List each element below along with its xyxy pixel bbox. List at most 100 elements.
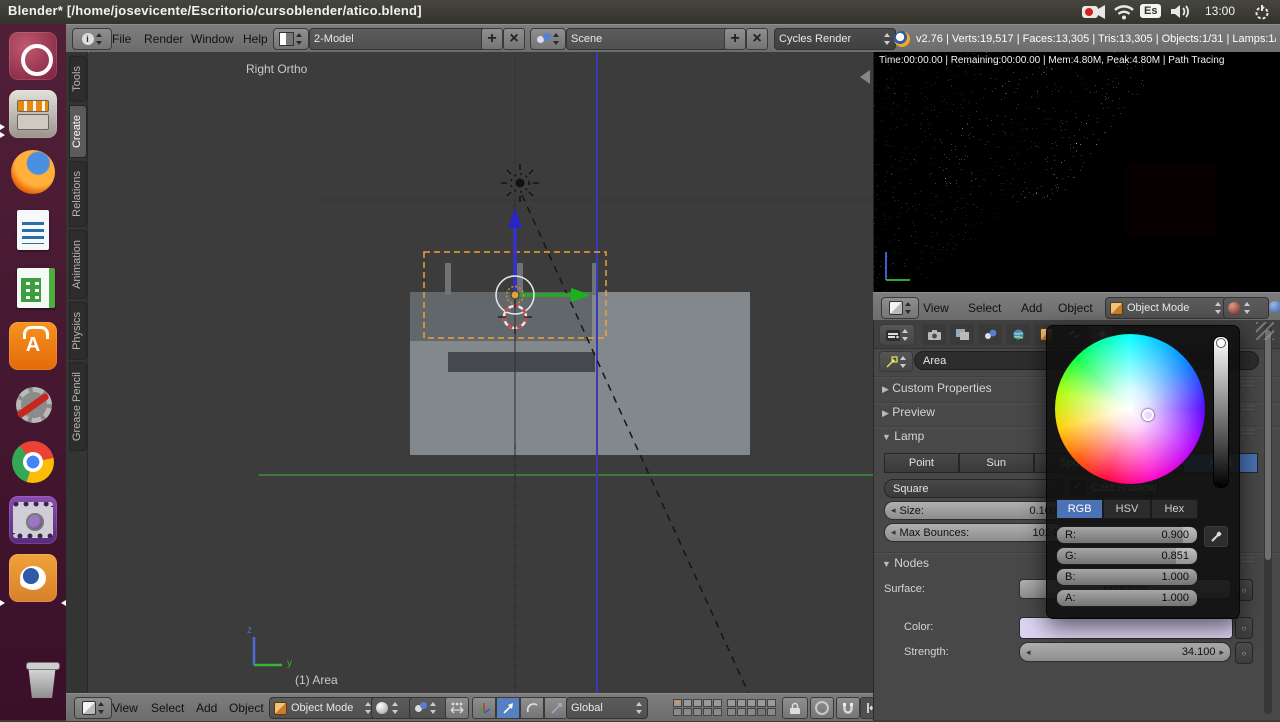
pivot-icon-partial[interactable] — [1269, 301, 1280, 313]
wifi-icon[interactable] — [1113, 3, 1135, 20]
manipulator-rotate-button[interactable] — [520, 697, 544, 719]
tab-render-icon[interactable] — [922, 324, 946, 345]
lamp-breadcrumb-button[interactable] — [879, 351, 913, 372]
viewport-shading-dropdown-2[interactable] — [1223, 297, 1269, 319]
manipulator-scale-button[interactable] — [544, 697, 568, 719]
layers-grid-2[interactable] — [727, 699, 776, 716]
lamp-shape-dropdown[interactable]: Square — [884, 479, 1064, 498]
color-socket-button[interactable]: ○ — [1235, 617, 1253, 639]
screen-layout-field[interactable]: 2-Model — [309, 28, 489, 50]
menu-view[interactable]: View — [112, 701, 138, 715]
launcher-app-icon[interactable] — [9, 554, 57, 602]
menu-object-2[interactable]: Object — [1058, 301, 1093, 315]
launcher-app-icon[interactable] — [9, 148, 57, 196]
color-wheel[interactable] — [1055, 334, 1205, 484]
launcher-app-icon[interactable] — [9, 496, 57, 544]
strength-slider[interactable]: ◂ 34.100 ▸ — [1019, 642, 1231, 662]
transform-orientation-dropdown[interactable]: Global — [566, 697, 648, 719]
pivot-align-toggle[interactable] — [445, 697, 469, 719]
editor-type-3dview-button-2[interactable] — [881, 297, 919, 319]
menu-render[interactable]: Render — [144, 32, 183, 46]
launcher-app-icon[interactable] — [9, 380, 57, 428]
lamp-max-bounces-slider[interactable]: ◂ Max Bounces: 1024 — [884, 523, 1064, 542]
slider-left-arrow[interactable]: ◂ — [1026, 647, 1031, 658]
panel-drag-dots[interactable]: :::: — [1242, 556, 1255, 564]
volume-icon[interactable] — [1170, 3, 1194, 20]
toolshelf-tab[interactable]: Tools — [69, 56, 87, 102]
screen-layout-icon-button[interactable] — [273, 28, 309, 50]
color-swatch[interactable] — [1019, 617, 1233, 639]
slider-left-arrow[interactable]: ◂ — [891, 527, 896, 538]
lock-to-scene-button[interactable] — [782, 697, 808, 719]
proportional-edit-button[interactable] — [810, 697, 834, 719]
toolshelf-tab[interactable]: Physics — [69, 301, 87, 360]
session-gear-icon[interactable] — [1253, 3, 1271, 21]
trash-icon[interactable] — [18, 656, 66, 704]
panel-preview[interactable]: ▶ Preview — [882, 405, 935, 419]
region-expand-arrow[interactable] — [860, 70, 870, 84]
snap-toggle-button[interactable] — [836, 697, 860, 719]
menu-window[interactable]: Window — [191, 32, 234, 46]
launcher-app-icon[interactable] — [9, 90, 57, 138]
launcher-app-icon[interactable] — [9, 438, 57, 486]
menu-help[interactable]: Help — [243, 32, 268, 46]
mode-dropdown-2[interactable]: Object Mode — [1105, 297, 1227, 319]
close-scene-button[interactable]: × — [746, 28, 768, 50]
editor-type-info-button[interactable]: i — [72, 28, 112, 50]
menu-add-2[interactable]: Add — [1021, 301, 1042, 315]
picker-value-slider[interactable]: G: 0.851 — [1056, 547, 1198, 565]
tab-render-layers-icon[interactable] — [950, 324, 974, 345]
screen-record-icon[interactable] — [1082, 4, 1106, 20]
menu-add[interactable]: Add — [196, 701, 217, 715]
wheel-cursor[interactable] — [1142, 409, 1154, 421]
viewport-3d[interactable]: z y Right Ortho (1) Area — [89, 52, 873, 693]
add-layout-button[interactable]: + — [481, 28, 503, 50]
toolshelf-tab[interactable]: Create — [69, 104, 87, 158]
manipulator-translate-button[interactable] — [496, 697, 520, 719]
properties-scrollbar[interactable] — [1264, 324, 1272, 714]
eyedropper-button[interactable] — [1204, 526, 1228, 547]
scene-icon-button[interactable] — [530, 28, 566, 50]
launcher-app-icon[interactable] — [9, 322, 57, 370]
slider-right-arrow[interactable]: ▸ — [1219, 647, 1224, 658]
picker-mode-tab[interactable]: HSV — [1103, 499, 1151, 519]
menu-select[interactable]: Select — [151, 701, 184, 715]
manipulator-axis-button[interactable] — [472, 697, 496, 719]
lamp-type-button[interactable]: Point — [884, 453, 959, 473]
editor-type-3dview-button[interactable] — [74, 697, 112, 719]
panel-drag-dots[interactable]: :::: — [1242, 404, 1255, 412]
add-scene-button[interactable]: + — [724, 28, 746, 50]
picker-value-slider[interactable]: B: 1.000 — [1056, 568, 1198, 586]
layers-grid-1[interactable] — [673, 699, 722, 716]
menu-file[interactable]: File — [112, 32, 131, 46]
editor-type-properties-button[interactable] — [879, 324, 915, 346]
render-preview-view[interactable]: Time:00:00.00 | Remaining:00:00.00 | Mem… — [873, 52, 1280, 292]
panel-custom-properties[interactable]: ▶ Custom Properties — [882, 381, 992, 395]
render-engine-dropdown[interactable]: Cycles Render — [774, 28, 896, 50]
panel-drag-dots[interactable]: :::: — [1242, 428, 1255, 436]
keyboard-layout-indicator[interactable]: Es — [1140, 4, 1162, 18]
menu-select-2[interactable]: Select — [968, 301, 1001, 315]
tab-world-icon[interactable] — [1006, 324, 1030, 345]
panel-lamp[interactable]: ▼ Lamp — [882, 429, 924, 443]
picker-mode-tab[interactable]: RGB — [1056, 499, 1104, 519]
picker-mode-tab[interactable]: Hex — [1150, 499, 1198, 519]
value-slider-handle[interactable] — [1216, 338, 1226, 348]
menu-object[interactable]: Object — [229, 701, 264, 715]
panel-nodes[interactable]: ▼ Nodes — [882, 556, 929, 570]
launcher-app-icon[interactable] — [9, 32, 57, 80]
toolshelf-tab[interactable]: Animation — [69, 229, 87, 299]
panel-drag-dots[interactable]: :::: — [1242, 380, 1255, 388]
menu-view-2[interactable]: View — [923, 301, 949, 315]
launcher-app-icon[interactable] — [9, 264, 57, 312]
close-layout-button[interactable]: × — [503, 28, 525, 50]
launcher-app-icon[interactable] — [9, 206, 57, 254]
tab-scene-icon[interactable] — [978, 324, 1002, 345]
strength-socket-button[interactable]: ○ — [1235, 642, 1253, 664]
value-slider[interactable] — [1213, 336, 1229, 488]
picker-value-slider[interactable]: R: 0.900 — [1056, 526, 1198, 544]
lamp-size-slider[interactable]: ◂ Size: 0.100 — [884, 501, 1064, 520]
toolshelf-tab[interactable]: Grease Pencil — [69, 362, 87, 452]
toolshelf-tab[interactable]: Relations — [69, 160, 87, 227]
slider-left-arrow[interactable]: ◂ — [891, 505, 896, 516]
